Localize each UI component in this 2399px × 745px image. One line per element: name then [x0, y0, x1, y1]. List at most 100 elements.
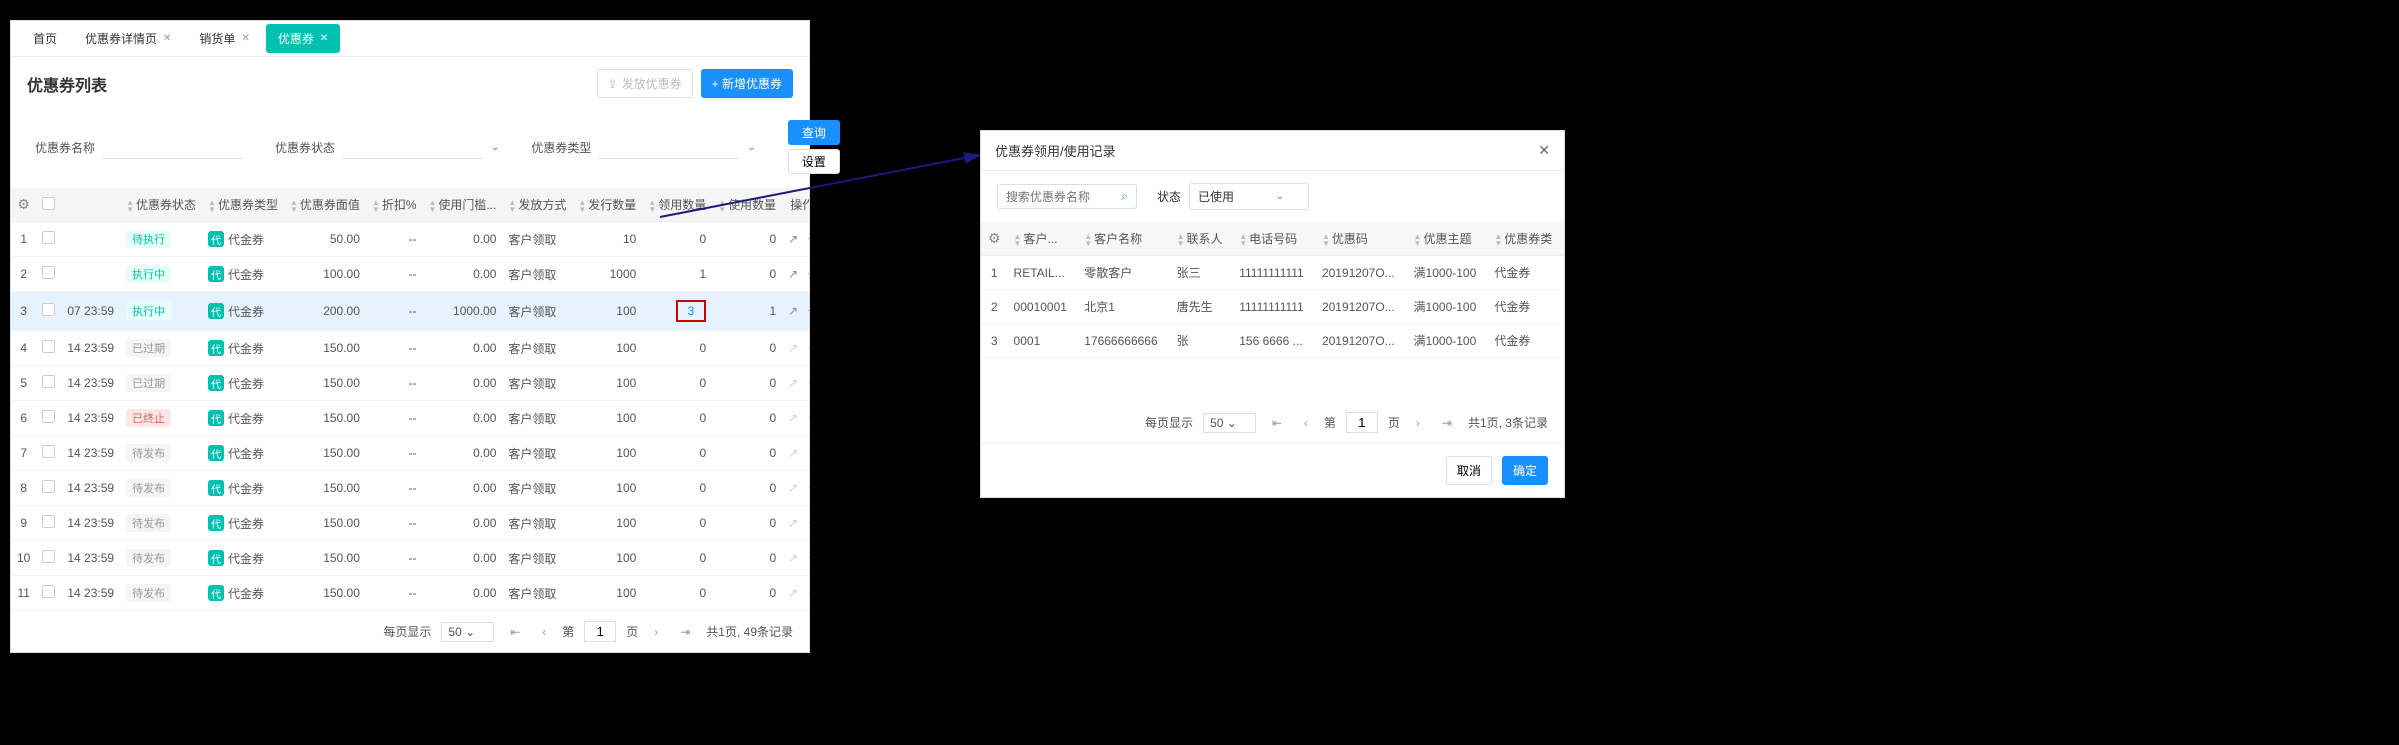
table-row[interactable]: 6 14 23:59 已终止 代代金券 150.00 -- 0.00 客户领取 … — [11, 401, 809, 436]
page-input[interactable] — [1346, 412, 1378, 433]
close-icon[interactable]: ✕ — [1538, 142, 1550, 159]
gear-icon[interactable]: ⚙ — [17, 196, 30, 212]
qr-icon[interactable]: ⁘ — [806, 516, 809, 530]
state-select[interactable]: 已使用 ⌄ — [1189, 183, 1309, 210]
table-row[interactable]: 11 14 23:59 待发布 代代金券 150.00 -- 0.00 客户领取… — [11, 576, 809, 611]
search-icon[interactable]: ⌕ — [1121, 189, 1128, 204]
row-checkbox[interactable] — [42, 375, 55, 388]
select-all-checkbox[interactable] — [42, 197, 55, 210]
voucher-badge-icon: 代 — [208, 480, 224, 496]
row-checkbox[interactable] — [42, 340, 55, 353]
distribute-coupon-button[interactable]: ⇪ 发放优惠券 — [597, 69, 693, 98]
next-page-button[interactable]: › — [1410, 414, 1426, 432]
chevron-down-icon: ⌄ — [747, 142, 755, 153]
close-icon[interactable]: ✕ — [241, 33, 249, 44]
row-checkbox[interactable] — [42, 303, 55, 316]
table-row[interactable]: 2 00010001 北京1 唐先生 11111111111 20191207O… — [981, 290, 1564, 324]
qr-icon[interactable]: ⁘ — [806, 446, 809, 460]
add-coupon-button[interactable]: + 新增优惠券 — [701, 69, 793, 98]
status-badge: 执行中 — [126, 265, 171, 283]
status-badge: 待执行 — [126, 230, 171, 248]
qr-icon[interactable]: ⁘ — [806, 304, 809, 318]
prev-page-button[interactable]: ‹ — [536, 623, 552, 641]
qr-icon[interactable]: ⁘ — [806, 341, 809, 355]
voucher-badge-icon: 代 — [208, 585, 224, 601]
close-icon[interactable]: ✕ — [163, 33, 171, 44]
link-icon[interactable]: ↗ — [788, 411, 798, 425]
link-icon[interactable]: ↗ — [788, 341, 798, 355]
table-row[interactable]: 9 14 23:59 待发布 代代金券 150.00 -- 0.00 客户领取 … — [11, 506, 809, 541]
chevron-down-icon: ⌄ — [491, 142, 499, 153]
row-checkbox[interactable] — [42, 550, 55, 563]
row-checkbox[interactable] — [42, 585, 55, 598]
qr-icon[interactable]: ⁘ — [806, 376, 809, 390]
row-checkbox[interactable] — [42, 515, 55, 528]
row-checkbox[interactable] — [42, 445, 55, 458]
table-row[interactable]: 4 14 23:59 已过期 代代金券 150.00 -- 0.00 客户领取 … — [11, 331, 809, 366]
coupon-table: ⚙ ▲▼优惠券状态 ▲▼优惠券类型 ▲▼优惠券面值 ▲▼折扣% ▲▼使用门槛..… — [11, 188, 809, 611]
usage-dialog: 优惠券领用/使用记录 ✕ ⌕ 状态 已使用 ⌄ ⚙ ▲▼客户... ▲▼客户名称… — [980, 130, 1565, 498]
filter-type-select[interactable] — [599, 136, 739, 159]
table-row[interactable]: 1 RETAIL... 零散客户 张三 11111111111 20191207… — [981, 256, 1564, 290]
qr-icon[interactable]: ⁘ — [806, 267, 809, 281]
settings-button[interactable]: 设置 — [788, 149, 840, 174]
link-icon[interactable]: ↗ — [788, 481, 798, 495]
voucher-badge-icon: 代 — [208, 231, 224, 247]
row-checkbox[interactable] — [42, 410, 55, 423]
row-checkbox[interactable] — [42, 266, 55, 279]
link-icon[interactable]: ↗ — [788, 267, 798, 281]
confirm-button[interactable]: 确定 — [1502, 456, 1548, 485]
status-badge: 待发布 — [126, 479, 171, 497]
first-page-button[interactable]: ⇤ — [1266, 414, 1288, 432]
cancel-button[interactable]: 取消 — [1446, 456, 1492, 485]
table-row[interactable]: 10 14 23:59 待发布 代代金券 150.00 -- 0.00 客户领取… — [11, 541, 809, 576]
search-input[interactable] — [1006, 190, 1115, 204]
link-icon[interactable]: ↗ — [788, 516, 798, 530]
table-row[interactable]: 3 0001 17666666666 张 156 6666 ... 201912… — [981, 324, 1564, 358]
link-icon[interactable]: ↗ — [788, 446, 798, 460]
voucher-badge-icon: 代 — [208, 266, 224, 282]
per-page-select[interactable]: 50 ⌄ — [441, 622, 494, 642]
gear-icon[interactable]: ⚙ — [988, 230, 1001, 246]
tab[interactable]: 首页 — [21, 24, 69, 53]
table-row[interactable]: 1 待执行 代代金券 50.00 -- 0.00 客户领取 10 0 0 ↗⁘ — [11, 222, 809, 257]
dialog-pagination: 每页显示 50 ⌄ ⇤ ‹ 第 页 › ⇥ 共1页, 3条记录 — [981, 402, 1564, 443]
qr-icon[interactable]: ⁘ — [806, 551, 809, 565]
filter-status-select[interactable] — [343, 136, 483, 159]
voucher-badge-icon: 代 — [208, 410, 224, 426]
page-summary: 共1页, 49条记录 — [706, 623, 793, 640]
row-checkbox[interactable] — [42, 231, 55, 244]
qr-icon[interactable]: ⁘ — [806, 586, 809, 600]
row-checkbox[interactable] — [42, 480, 55, 493]
qr-icon[interactable]: ⁘ — [806, 481, 809, 495]
tab[interactable]: 优惠券✕ — [266, 24, 340, 53]
close-icon[interactable]: ✕ — [320, 33, 328, 44]
qr-icon[interactable]: ⁘ — [806, 232, 809, 246]
first-page-button[interactable]: ⇤ — [504, 623, 526, 641]
tab[interactable]: 销货单✕ — [187, 24, 261, 53]
link-icon[interactable]: ↗ — [788, 304, 798, 318]
status-badge: 已过期 — [126, 374, 171, 392]
link-icon[interactable]: ↗ — [788, 586, 798, 600]
tab[interactable]: 优惠券详情页✕ — [73, 24, 183, 53]
last-page-button[interactable]: ⇥ — [674, 623, 696, 641]
dialog-search[interactable]: ⌕ — [997, 184, 1137, 209]
last-page-button[interactable]: ⇥ — [1436, 414, 1458, 432]
table-row[interactable]: 5 14 23:59 已过期 代代金券 150.00 -- 0.00 客户领取 … — [11, 366, 809, 401]
search-button[interactable]: 查询 — [788, 120, 840, 145]
filter-name-input[interactable] — [103, 135, 243, 159]
per-page-select[interactable]: 50 ⌄ — [1203, 413, 1256, 433]
link-icon[interactable]: ↗ — [788, 376, 798, 390]
link-icon[interactable]: ↗ — [788, 551, 798, 565]
table-row[interactable]: 7 14 23:59 待发布 代代金券 150.00 -- 0.00 客户领取 … — [11, 436, 809, 471]
qr-icon[interactable]: ⁘ — [806, 411, 809, 425]
table-row[interactable]: 3 07 23:59 执行中 代代金券 200.00 -- 1000.00 客户… — [11, 292, 809, 331]
page-input[interactable] — [584, 621, 616, 642]
table-row[interactable]: 2 执行中 代代金券 100.00 -- 0.00 客户领取 1000 1 0 … — [11, 257, 809, 292]
claim-count-link[interactable]: 3 — [676, 300, 707, 322]
voucher-badge-icon: 代 — [208, 515, 224, 531]
link-icon[interactable]: ↗ — [788, 232, 798, 246]
next-page-button[interactable]: › — [648, 623, 664, 641]
prev-page-button[interactable]: ‹ — [1298, 414, 1314, 432]
table-row[interactable]: 8 14 23:59 待发布 代代金券 150.00 -- 0.00 客户领取 … — [11, 471, 809, 506]
